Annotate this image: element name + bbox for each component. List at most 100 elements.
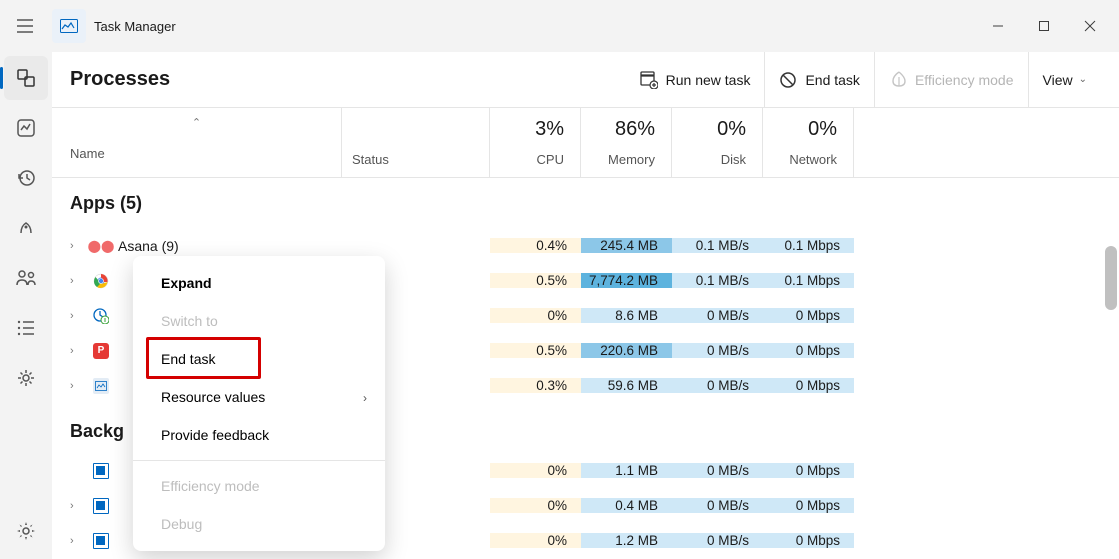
memory-cell: 8.6 MB [581, 308, 672, 323]
processes-icon [16, 68, 36, 88]
page-title: Processes [70, 68, 170, 91]
disk-cell: 0 MB/s [672, 308, 763, 323]
network-cell: 0 Mbps [763, 308, 854, 323]
sidebar-item-processes[interactable] [4, 56, 48, 100]
end-task-icon [779, 71, 797, 89]
sidebar-item-startup[interactable] [4, 206, 48, 250]
memory-cell: 1.2 MB [581, 533, 672, 548]
context-end-task[interactable]: End task [133, 340, 385, 378]
users-icon [15, 268, 37, 288]
task-manager-icon [60, 19, 78, 33]
expander-icon[interactable]: › [70, 310, 84, 322]
chevron-down-icon: ⌄ [1079, 74, 1087, 85]
sidebar [0, 52, 52, 559]
cpu-cell: 0% [490, 463, 581, 478]
system-process-icon [92, 532, 110, 550]
end-task-button[interactable]: End task [764, 52, 873, 107]
disk-cell: 0 MB/s [672, 533, 763, 548]
cpu-cell: 0% [490, 533, 581, 548]
separator [133, 460, 385, 461]
cpu-cell: 0.5% [490, 273, 581, 288]
hamburger-menu-button[interactable] [6, 7, 44, 45]
startup-icon [16, 218, 36, 238]
efficiency-icon [889, 71, 907, 89]
disk-cell: 0 MB/s [672, 343, 763, 358]
performance-icon [16, 118, 36, 138]
expander-icon[interactable]: › [70, 240, 84, 252]
minimize-icon [992, 20, 1004, 32]
run-new-task-button[interactable]: Run new task [626, 52, 765, 107]
sidebar-item-services[interactable] [4, 356, 48, 400]
network-cell: 0 Mbps [763, 533, 854, 548]
cpu-cell: 0% [490, 498, 581, 513]
network-cell: 0.1 Mbps [763, 238, 854, 253]
close-icon [1084, 20, 1096, 32]
network-cell: 0 Mbps [763, 463, 854, 478]
app-icon [52, 9, 86, 43]
chrome-icon [92, 272, 110, 290]
network-cell: 0 Mbps [763, 378, 854, 393]
window-controls [975, 11, 1113, 41]
context-expand[interactable]: Expand [133, 264, 385, 302]
close-button[interactable] [1067, 11, 1113, 41]
column-header-network[interactable]: 0%Network [763, 108, 854, 177]
column-header-status[interactable]: Status [342, 108, 490, 177]
process-name: Asana (9) [118, 238, 179, 254]
memory-cell: 245.4 MB [581, 238, 672, 253]
sidebar-item-settings[interactable] [4, 509, 48, 553]
expander-icon[interactable]: › [70, 275, 84, 287]
asana-icon: ⬤⬤ [92, 237, 110, 255]
system-process-icon [92, 462, 110, 480]
details-icon [16, 320, 36, 336]
column-header-name[interactable]: ⌃ Name [52, 108, 342, 177]
context-switch-to: Switch to [133, 302, 385, 340]
view-label: View [1043, 72, 1073, 88]
section-apps[interactable]: Apps (5) [52, 178, 1119, 228]
maximize-button[interactable] [1021, 11, 1067, 41]
view-dropdown[interactable]: View ⌄ [1028, 52, 1101, 107]
run-new-task-label: Run new task [666, 72, 751, 88]
expander-icon[interactable]: › [70, 535, 84, 547]
expander-icon[interactable]: › [70, 380, 84, 392]
memory-cell: 7,774.2 MB [581, 273, 672, 288]
scrollbar-thumb[interactable] [1105, 246, 1117, 310]
context-efficiency-mode: Efficiency mode [133, 467, 385, 505]
sidebar-item-users[interactable] [4, 256, 48, 300]
memory-cell: 1.1 MB [581, 463, 672, 478]
column-header-cpu[interactable]: 3%CPU [490, 108, 581, 177]
sidebar-item-performance[interactable] [4, 106, 48, 150]
cpu-cell: 0.3% [490, 378, 581, 393]
cpu-cell: 0.5% [490, 343, 581, 358]
context-resource-values[interactable]: Resource values› [133, 378, 385, 416]
disk-cell: 0 MB/s [672, 463, 763, 478]
expander-icon[interactable]: › [70, 345, 84, 357]
disk-cell: 0.1 MB/s [672, 273, 763, 288]
system-process-icon [92, 497, 110, 515]
context-provide-feedback[interactable]: Provide feedback [133, 416, 385, 454]
disk-cell: 0 MB/s [672, 498, 763, 513]
app-p-icon: P [92, 342, 110, 360]
app-title: Task Manager [94, 19, 176, 34]
context-menu: Expand Switch to End task Resource value… [133, 256, 385, 551]
cpu-cell: 0% [490, 308, 581, 323]
sidebar-item-details[interactable] [4, 306, 48, 350]
history-icon [16, 168, 36, 188]
sidebar-item-app-history[interactable] [4, 156, 48, 200]
gear-icon [16, 521, 36, 541]
context-debug: Debug [133, 505, 385, 543]
column-header-memory[interactable]: 86%Memory [581, 108, 672, 177]
network-cell: 0.1 Mbps [763, 273, 854, 288]
memory-cell: 0.4 MB [581, 498, 672, 513]
services-icon [16, 368, 36, 388]
column-header-disk[interactable]: 0%Disk [672, 108, 763, 177]
run-task-icon [640, 71, 658, 89]
efficiency-mode-button: Efficiency mode [874, 52, 1028, 107]
system-update-icon [92, 307, 110, 325]
cpu-cell: 0.4% [490, 238, 581, 253]
memory-cell: 59.6 MB [581, 378, 672, 393]
titlebar: Task Manager [0, 0, 1119, 52]
expander-icon[interactable]: › [70, 500, 84, 512]
chevron-right-icon: › [363, 391, 367, 405]
minimize-button[interactable] [975, 11, 1021, 41]
table-header: ⌃ Name Status 3%CPU 86%Memory 0%Disk 0%N… [52, 108, 1119, 178]
